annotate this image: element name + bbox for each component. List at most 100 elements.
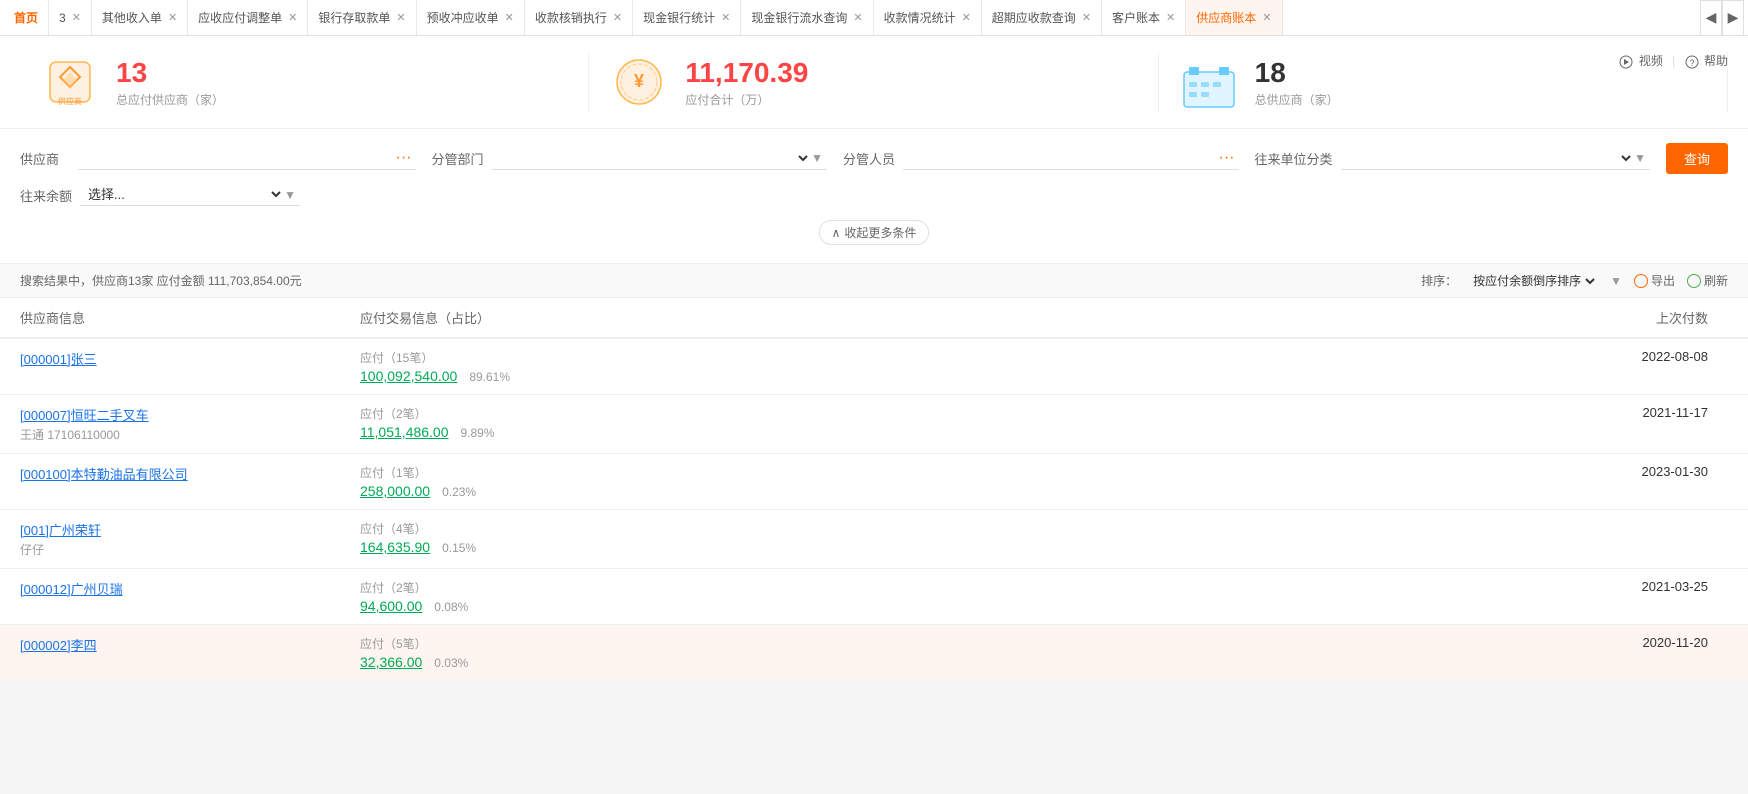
supplier-dots[interactable]: ···	[396, 149, 412, 167]
nav-next-button[interactable]: ▶	[1722, 0, 1744, 36]
stat-label-amount: 应付合计（万）	[685, 91, 808, 108]
stat-number-suppliers: 13	[116, 56, 224, 90]
supplier-name-2[interactable]: [000100]本特勤油品有限公司	[20, 464, 360, 483]
nav-tab-other-income-close[interactable]: ✕	[168, 11, 177, 24]
nav-tab-bank-deposit-label: 银行存取款单	[318, 9, 390, 26]
nav-arrows: ◀ ▶	[1700, 0, 1744, 36]
balance-chevron-icon: ▼	[284, 188, 296, 202]
tx-pct-1: 9.89%	[461, 426, 495, 440]
nav-tab-ar-ap-adjust[interactable]: 应收应付调整单 ✕	[188, 0, 308, 36]
stat-label-total: 总供应商（家）	[1255, 91, 1339, 108]
nav-tab-3-close[interactable]: ✕	[72, 11, 81, 24]
nav-tab-collect-stat-label: 收款情况统计	[884, 9, 956, 26]
supplier-name-3[interactable]: [001]广州荣轩	[20, 520, 360, 539]
refresh-button[interactable]: 刷新	[1687, 272, 1728, 289]
nav-tab-3-label: 3	[59, 11, 66, 25]
nav-tab-3[interactable]: 3 ✕	[49, 0, 92, 36]
tx-label-0: 应付（15笔）	[360, 349, 1528, 366]
nav-tab-collect-stat[interactable]: 收款情况统计 ✕	[874, 0, 982, 36]
top-nav: 首页 3 ✕ 其他收入单 ✕ 应收应付调整单 ✕ 银行存取款单 ✕ 预收冲应收单…	[0, 0, 1748, 36]
nav-tab-cash-bank-stat-close[interactable]: ✕	[721, 11, 730, 24]
supplier-name-0[interactable]: [000001]张三	[20, 349, 360, 368]
supplier-input-wrap: ···	[78, 147, 416, 170]
export-icon	[1634, 274, 1648, 288]
help-link[interactable]: ? 帮助	[1685, 54, 1728, 68]
person-input[interactable]	[907, 151, 1219, 166]
tx-amount-2[interactable]: 258,000.00	[360, 483, 430, 499]
nav-tab-pre-collect[interactable]: 预收冲应收单 ✕	[417, 0, 525, 36]
nav-tab-other-income-label: 其他收入单	[102, 9, 162, 26]
nav-tab-collect-verify[interactable]: 收款核销执行 ✕	[525, 0, 633, 36]
category-label: 往来单位分类	[1255, 149, 1333, 168]
col-header-lastpay: 上次付数	[1528, 308, 1728, 327]
nav-tab-cash-bank-query[interactable]: 现金银行流水查询 ✕	[741, 0, 873, 36]
tx-amount-5[interactable]: 32,366.00	[360, 654, 422, 670]
export-label: 导出	[1651, 272, 1675, 289]
supplier-contact-3: 仔仔	[20, 541, 360, 558]
nav-prev-button[interactable]: ◀	[1700, 0, 1722, 36]
tx-pct-2: 0.23%	[442, 485, 476, 499]
stat-block-suppliers: 供应商 13 总应付供应商（家）	[20, 52, 589, 112]
nav-tab-collect-stat-close[interactable]: ✕	[962, 11, 971, 24]
nav-tab-bank-deposit-close[interactable]: ✕	[396, 11, 405, 24]
nav-tab-other-income[interactable]: 其他收入单 ✕	[92, 0, 188, 36]
category-select-wrap: ▼	[1341, 148, 1650, 170]
search-field-balance: 往来余额 选择... ▼	[20, 184, 300, 206]
sort-label: 排序：	[1421, 272, 1457, 289]
stat-number-total: 18	[1255, 56, 1339, 90]
refresh-icon	[1687, 274, 1701, 288]
query-button[interactable]: 查询	[1666, 143, 1728, 174]
person-label: 分管人员	[843, 149, 895, 168]
nav-tab-collect-verify-close[interactable]: ✕	[613, 11, 622, 24]
search-field-dept: 分管部门 ▼	[432, 148, 828, 170]
nav-tab-overdue-query[interactable]: 超期应收款查询 ✕	[982, 0, 1102, 36]
supplier-name-4[interactable]: [000012]广州贝瑞	[20, 579, 360, 598]
nav-tab-supplier-book[interactable]: 供应商账本 ✕	[1186, 0, 1282, 36]
col-header-transaction: 应付交易信息（占比）	[360, 308, 1528, 327]
tx-amount-1[interactable]: 11,051,486.00	[360, 424, 449, 440]
table-row: [000100]本特勤油品有限公司 应付（1笔） 258,000.00 0.23…	[0, 454, 1748, 510]
tx-label-4: 应付（2笔）	[360, 579, 1528, 596]
person-dots[interactable]: ···	[1219, 149, 1235, 167]
nav-tab-cash-bank-query-label: 现金银行流水查询	[751, 9, 847, 26]
result-actions: 排序： 按应付余额倒序排序 ▼ 导出 刷新	[1421, 272, 1728, 289]
tx-amount-3[interactable]: 164,635.90	[360, 539, 430, 555]
dept-select[interactable]	[496, 150, 812, 167]
nav-tab-home[interactable]: 首页	[4, 0, 49, 36]
table-row: [000002]李四 应付（5笔） 32,366.00 0.03% 2020-1…	[0, 625, 1748, 680]
export-button[interactable]: 导出	[1634, 272, 1675, 289]
supplier-label: 供应商	[20, 149, 70, 168]
tx-amount-0[interactable]: 100,092,540.00	[360, 368, 457, 384]
nav-tab-supplier-book-close[interactable]: ✕	[1262, 11, 1271, 24]
nav-tab-ar-ap-adjust-label: 应收应付调整单	[198, 9, 282, 26]
supplier-cell-0: [000001]张三	[20, 349, 360, 368]
lastpay-cell-0: 2022-08-08	[1528, 349, 1728, 364]
supplier-name-1[interactable]: [000007]恒旺二手叉车	[20, 405, 360, 424]
svg-text:?: ?	[1689, 58, 1694, 68]
lastpay-cell-1: 2021-11-17	[1528, 405, 1728, 420]
nav-tab-pre-collect-close[interactable]: ✕	[505, 11, 514, 24]
nav-tab-customer-book-close[interactable]: ✕	[1166, 11, 1175, 24]
sort-select[interactable]: 按应付余额倒序排序	[1469, 273, 1598, 289]
table-row: [000007]恒旺二手叉车 王通 17106110000 应付（2笔） 11,…	[0, 395, 1748, 454]
transaction-cell-1: 应付（2笔） 11,051,486.00 9.89%	[360, 405, 1528, 440]
stat-label-suppliers: 总应付供应商（家）	[116, 91, 224, 108]
nav-tab-customer-book[interactable]: 客户账本 ✕	[1102, 0, 1186, 36]
collapse-button[interactable]: ∧ 收起更多条件	[819, 220, 930, 245]
last-pay-date-2: 2023-01-30	[1642, 464, 1709, 479]
nav-tab-bank-deposit[interactable]: 银行存取款单 ✕	[308, 0, 416, 36]
tx-row-4: 94,600.00 0.08%	[360, 598, 1528, 614]
supplier-cell-5: [000002]李四	[20, 635, 360, 654]
search-row-1: 供应商 ··· 分管部门 ▼ 分管人员 ··· 往来单位分类	[20, 143, 1728, 174]
balance-select[interactable]: 选择...	[84, 186, 284, 203]
nav-tab-cash-bank-query-close[interactable]: ✕	[853, 11, 862, 24]
supplier-input[interactable]	[82, 151, 396, 166]
nav-tab-cash-bank-stat[interactable]: 现金银行统计 ✕	[633, 0, 741, 36]
tx-amount-4[interactable]: 94,600.00	[360, 598, 422, 614]
supplier-name-5[interactable]: [000002]李四	[20, 635, 360, 654]
video-link[interactable]: 视频	[1619, 54, 1666, 68]
tx-pct-0: 89.61%	[469, 370, 510, 384]
nav-tab-ar-ap-adjust-close[interactable]: ✕	[288, 11, 297, 24]
nav-tab-overdue-query-close[interactable]: ✕	[1082, 11, 1091, 24]
category-select[interactable]	[1345, 150, 1635, 167]
